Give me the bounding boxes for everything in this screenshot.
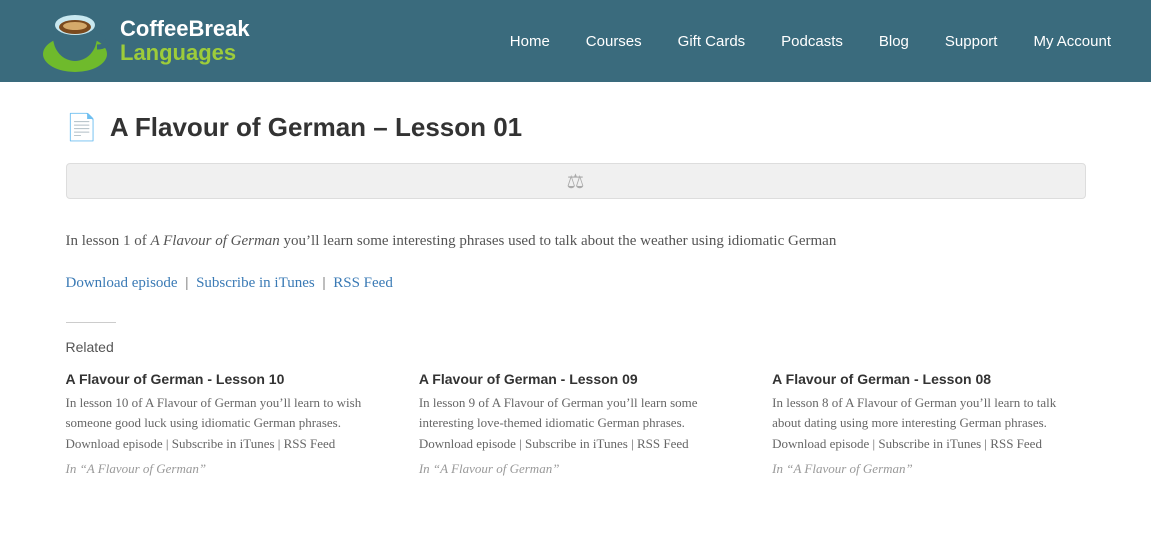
related-desc-0: In lesson 10 of A Flavour of German you’… bbox=[66, 393, 379, 455]
episode-links: Download episode | Subscribe in iTunes |… bbox=[66, 275, 1086, 292]
nav-my-account[interactable]: My Account bbox=[1033, 33, 1111, 50]
nav-blog[interactable]: Blog bbox=[879, 33, 909, 50]
related-tag-2: In “A Flavour of German” bbox=[772, 461, 1085, 477]
description-italic: A Flavour of German bbox=[151, 233, 280, 249]
logo-icon bbox=[40, 9, 110, 74]
related-label: Related bbox=[66, 339, 1086, 355]
plugin-icon: ⚖ bbox=[567, 169, 585, 194]
nav-gift-cards[interactable]: Gift Cards bbox=[678, 33, 746, 50]
separator-2: | bbox=[322, 275, 329, 291]
nav-home[interactable]: Home bbox=[510, 33, 550, 50]
page-title: A Flavour of German – Lesson 01 bbox=[110, 112, 522, 143]
rss-feed-link[interactable]: RSS Feed bbox=[333, 275, 393, 291]
lesson-description: In lesson 1 of A Flavour of German you’l… bbox=[66, 229, 1086, 255]
description-suffix: you’ll learn some interesting phrases us… bbox=[280, 233, 837, 249]
main-nav: Home Courses Gift Cards Podcasts Blog Su… bbox=[510, 33, 1111, 50]
related-item-1: A Flavour of German - Lesson 09 In lesso… bbox=[419, 371, 732, 477]
logo[interactable]: CoffeeBreak Languages bbox=[40, 9, 250, 74]
related-title-2: A Flavour of German - Lesson 08 bbox=[772, 371, 1085, 387]
related-item-2: A Flavour of German - Lesson 08 In lesso… bbox=[772, 371, 1085, 477]
page-title-wrapper: 📄 A Flavour of German – Lesson 01 bbox=[66, 112, 1086, 143]
nav-podcasts[interactable]: Podcasts bbox=[781, 33, 843, 50]
related-desc-2: In lesson 8 of A Flavour of German you’l… bbox=[772, 393, 1085, 455]
related-tag-0: In “A Flavour of German” bbox=[66, 461, 379, 477]
section-divider bbox=[66, 322, 116, 323]
nav-courses[interactable]: Courses bbox=[586, 33, 642, 50]
related-item-0: A Flavour of German - Lesson 10 In lesso… bbox=[66, 371, 379, 477]
main-content: 📄 A Flavour of German – Lesson 01 ⚖ In l… bbox=[26, 82, 1126, 507]
related-title-0: A Flavour of German - Lesson 10 bbox=[66, 371, 379, 387]
nav-support[interactable]: Support bbox=[945, 33, 998, 50]
related-grid: A Flavour of German - Lesson 10 In lesso… bbox=[66, 371, 1086, 477]
document-icon: 📄 bbox=[66, 113, 98, 143]
logo-text-bottom: Languages bbox=[120, 41, 250, 65]
subscribe-itunes-link[interactable]: Subscribe in iTunes bbox=[196, 275, 315, 291]
logo-text-top: CoffeeBreak bbox=[120, 17, 250, 41]
download-episode-link[interactable]: Download episode bbox=[66, 275, 178, 291]
related-desc-1: In lesson 9 of A Flavour of German you’l… bbox=[419, 393, 732, 455]
audio-player-bar[interactable]: ⚖ bbox=[66, 163, 1086, 199]
separator-1: | bbox=[185, 275, 192, 291]
related-title-1: A Flavour of German - Lesson 09 bbox=[419, 371, 732, 387]
description-prefix: In lesson 1 of bbox=[66, 233, 151, 249]
site-header: CoffeeBreak Languages Home Courses Gift … bbox=[0, 0, 1151, 82]
related-tag-1: In “A Flavour of German” bbox=[419, 461, 732, 477]
